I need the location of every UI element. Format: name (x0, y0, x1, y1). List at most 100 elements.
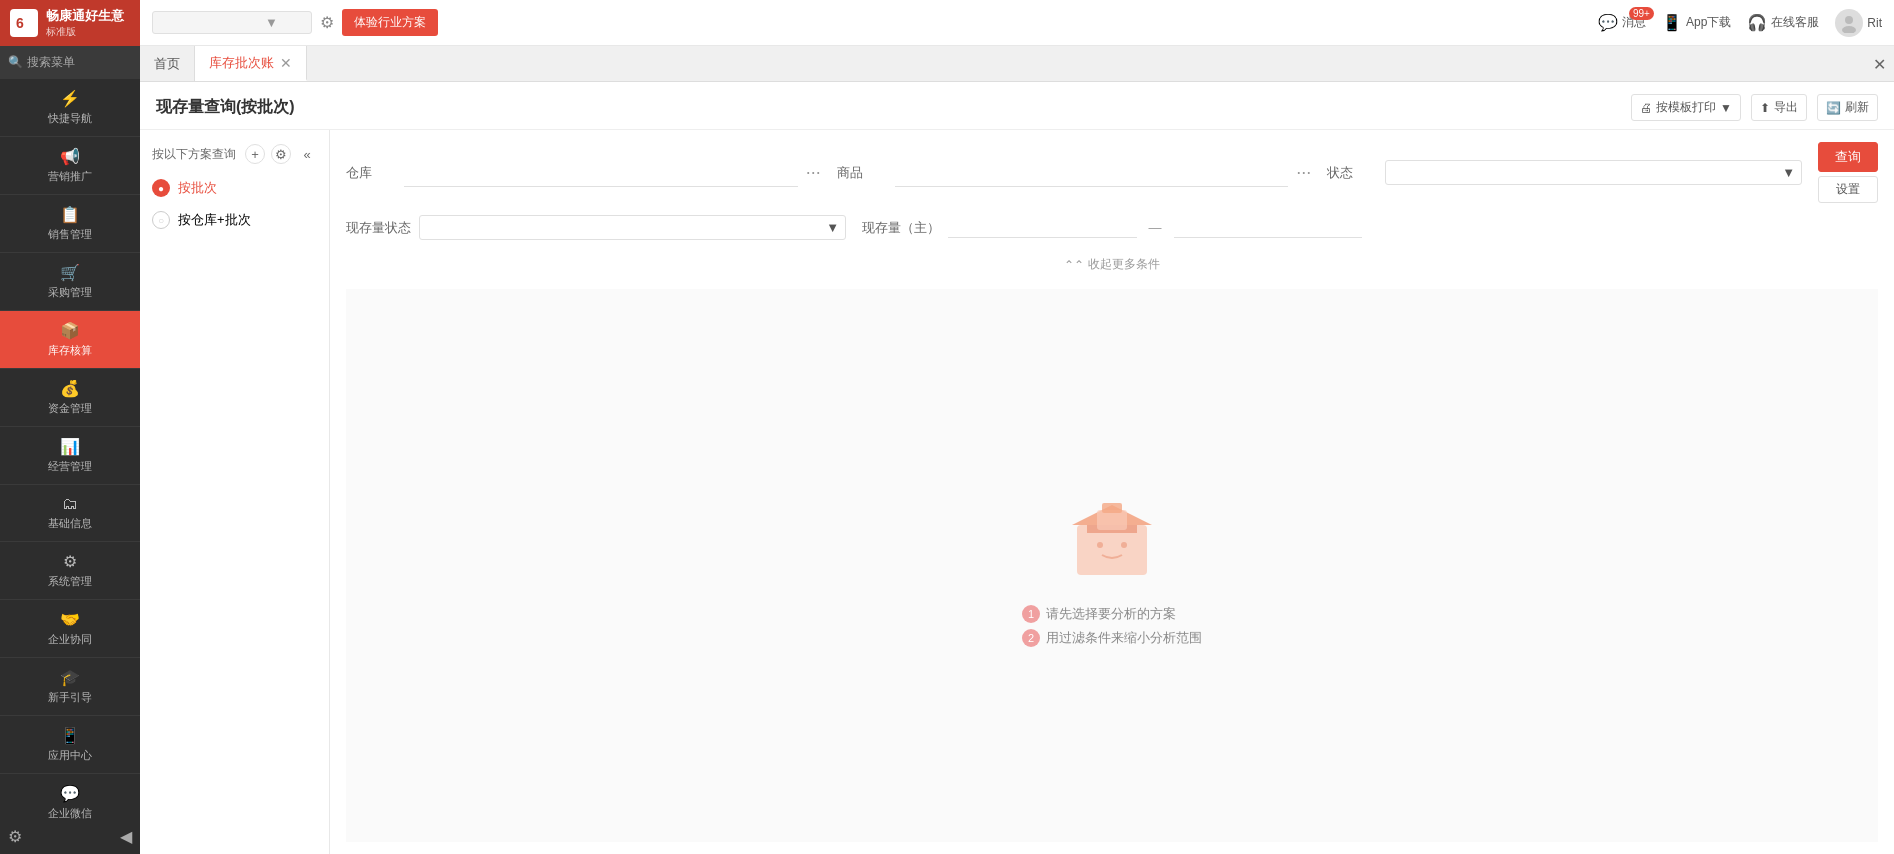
page-actions: 🖨 按模板打印 ▼ ⬆ 导出 🔄 刷新 (1631, 94, 1878, 121)
sidebar: 6 畅康通好生意 标准版 🔍 搜索菜单 ⚡ 快捷导航 📢 营销推广 📋 销售管理… (0, 0, 140, 854)
collapse-sidebar-icon[interactable]: ◀ (120, 827, 132, 846)
status-select[interactable]: ▼ (1385, 160, 1802, 185)
message-icon: 💬 (1598, 13, 1618, 32)
print-dropdown-icon: ▼ (1720, 101, 1732, 115)
warehouse-input-wrapper (404, 159, 798, 187)
sidebar-item-sales[interactable]: 📋 销售管理 (0, 195, 140, 253)
product-input[interactable] (899, 161, 1285, 184)
username-label: Rit (1867, 16, 1882, 30)
page-title: 现存量查询(按批次) (156, 97, 295, 118)
app-logo: 6 (10, 9, 38, 37)
svg-point-2 (1842, 26, 1856, 33)
settings-icon: ⚙ (275, 147, 287, 162)
stock-qty-max-wrapper (1174, 218, 1363, 238)
svg-point-9 (1121, 542, 1127, 548)
scheme-item-by-batch[interactable]: ● 按批次 (140, 172, 329, 204)
print-template-button[interactable]: 🖨 按模板打印 ▼ (1631, 94, 1741, 121)
system-label: 系统管理 (48, 574, 92, 589)
svg-rect-7 (1102, 503, 1122, 513)
messages-item[interactable]: 💬 消息 99+ (1598, 13, 1646, 32)
sidebar-item-beginner-guide[interactable]: 🎓 新手引导 (0, 658, 140, 716)
query-button[interactable]: 查询 (1818, 142, 1878, 172)
experience-industry-button[interactable]: 体验行业方案 (342, 9, 438, 36)
sidebar-item-app-center[interactable]: 📱 应用中心 (0, 716, 140, 774)
sidebar-header: 6 畅康通好生意 标准版 (0, 0, 140, 46)
sales-label: 销售管理 (48, 227, 92, 242)
warehouse-input[interactable] (408, 161, 794, 184)
topbar-search-input[interactable] (161, 16, 261, 30)
status-dropdown-icon: ▼ (1782, 165, 1795, 180)
sidebar-item-system[interactable]: ⚙ 系统管理 (0, 542, 140, 600)
sidebar-footer: ⚙ ◀ (0, 819, 140, 854)
scheme-inactive-dot: ○ (152, 211, 170, 229)
phone-icon: 📱 (1662, 13, 1682, 32)
finance-label: 资金管理 (48, 401, 92, 416)
tab-close-icon[interactable]: ✕ (280, 56, 292, 70)
quick-nav-label: 快捷导航 (48, 111, 92, 126)
svg-point-1 (1845, 16, 1853, 24)
export-label: 导出 (1774, 99, 1798, 116)
finance-icon: 💰 (60, 379, 80, 398)
topbar-search-dropdown-icon[interactable]: ▼ (265, 15, 278, 30)
tab-home-label: 首页 (154, 55, 180, 73)
online-service-item[interactable]: 🎧 在线客服 (1747, 13, 1819, 32)
stock-qty-max-input[interactable] (1178, 220, 1359, 235)
print-icon: 🖨 (1640, 101, 1652, 115)
collapse-panel-button[interactable]: « (297, 144, 317, 164)
sidebar-item-purchase[interactable]: 🛒 采购管理 (0, 253, 140, 311)
refresh-button[interactable]: 🔄 刷新 (1817, 94, 1878, 121)
app-brand: 畅康通好生意 标准版 (46, 8, 124, 38)
scheme-by-warehouse-batch-label: 按仓库+批次 (178, 211, 251, 229)
stock-qty-dash: — (1149, 220, 1162, 235)
left-panel: 按以下方案查询 + ⚙ « ● 按批次 ○ (140, 130, 330, 854)
empty-illustration (1062, 485, 1162, 585)
marketing-icon: 📢 (60, 147, 80, 166)
scheme-settings-button[interactable]: ⚙ (271, 144, 291, 164)
product-more-button[interactable]: ··· (1296, 162, 1311, 183)
stock-qty-min-input[interactable] (952, 220, 1133, 235)
collapse-more-conditions-button[interactable]: ⌃⌃ 收起更多条件 (346, 252, 1878, 277)
stock-status-dropdown-icon: ▼ (826, 220, 839, 235)
sidebar-item-inventory[interactable]: 📦 库存核算 (0, 311, 140, 369)
close-all-tabs-button[interactable]: ✕ (1873, 54, 1886, 73)
settings-button[interactable]: 设置 (1818, 176, 1878, 203)
warehouse-more-button[interactable]: ··· (806, 162, 821, 183)
stock-qty-min-wrapper (948, 218, 1137, 238)
sidebar-item-marketing[interactable]: 📢 营销推广 (0, 137, 140, 195)
enterprise-collab-label: 企业协同 (48, 632, 92, 647)
tab-inventory-batch[interactable]: 库存批次账 ✕ (195, 46, 307, 81)
sidebar-item-wechat-work[interactable]: 💬 企业微信 (0, 774, 140, 819)
product-filter-label: 商品 (837, 164, 887, 182)
user-profile-item[interactable]: Rit (1835, 9, 1882, 37)
sidebar-item-finance[interactable]: 💰 资金管理 (0, 369, 140, 427)
sidebar-item-enterprise-collab[interactable]: 🤝 企业协同 (0, 600, 140, 658)
online-service-label: 在线客服 (1771, 14, 1819, 31)
scheme-item-by-warehouse-batch[interactable]: ○ 按仓库+批次 (140, 204, 329, 236)
sidebar-search[interactable]: 🔍 搜索菜单 (0, 46, 140, 79)
sidebar-item-quick-nav[interactable]: ⚡ 快捷导航 (0, 79, 140, 137)
empty-state: 1 请先选择要分析的方案 2 用过滤条件来缩小分析范围 (346, 289, 1878, 842)
stock-status-filter-group: 现存量状态 ▼ (346, 215, 846, 240)
stock-status-select[interactable]: ▼ (419, 215, 846, 240)
main-content: 首页 库存批次账 ✕ ✕ 现存量查询(按批次) 🖨 按模板打印 ▼ ⬆ 导出 🔄… (140, 46, 1894, 854)
sidebar-item-operations[interactable]: 📊 经营管理 (0, 427, 140, 485)
empty-tips: 1 请先选择要分析的方案 2 用过滤条件来缩小分析范围 (1022, 605, 1202, 647)
wechat-work-label: 企业微信 (48, 806, 92, 819)
settings-icon[interactable]: ⚙ (8, 827, 22, 846)
topbar-search-box: ▼ (152, 11, 312, 34)
topbar-settings-icon[interactable]: ⚙ (320, 13, 334, 32)
wechat-work-icon: 💬 (60, 784, 80, 803)
tab-home[interactable]: 首页 (140, 46, 195, 81)
app-download-item[interactable]: 📱 App下载 (1662, 13, 1731, 32)
brand-name: 畅康通好生意 (46, 8, 124, 25)
tip-num-2: 2 (1022, 629, 1040, 647)
messages-badge: 99+ (1629, 7, 1654, 20)
tab-inventory-batch-label: 库存批次账 (209, 54, 274, 72)
tab-bar: 首页 库存批次账 ✕ ✕ (140, 46, 1894, 82)
scheme-by-batch-label: 按批次 (178, 179, 217, 197)
app-center-icon: 📱 (60, 726, 80, 745)
add-scheme-button[interactable]: + (245, 144, 265, 164)
operations-label: 经营管理 (48, 459, 92, 474)
export-button[interactable]: ⬆ 导出 (1751, 94, 1807, 121)
sidebar-item-basic-info[interactable]: 🗂 基础信息 (0, 485, 140, 542)
